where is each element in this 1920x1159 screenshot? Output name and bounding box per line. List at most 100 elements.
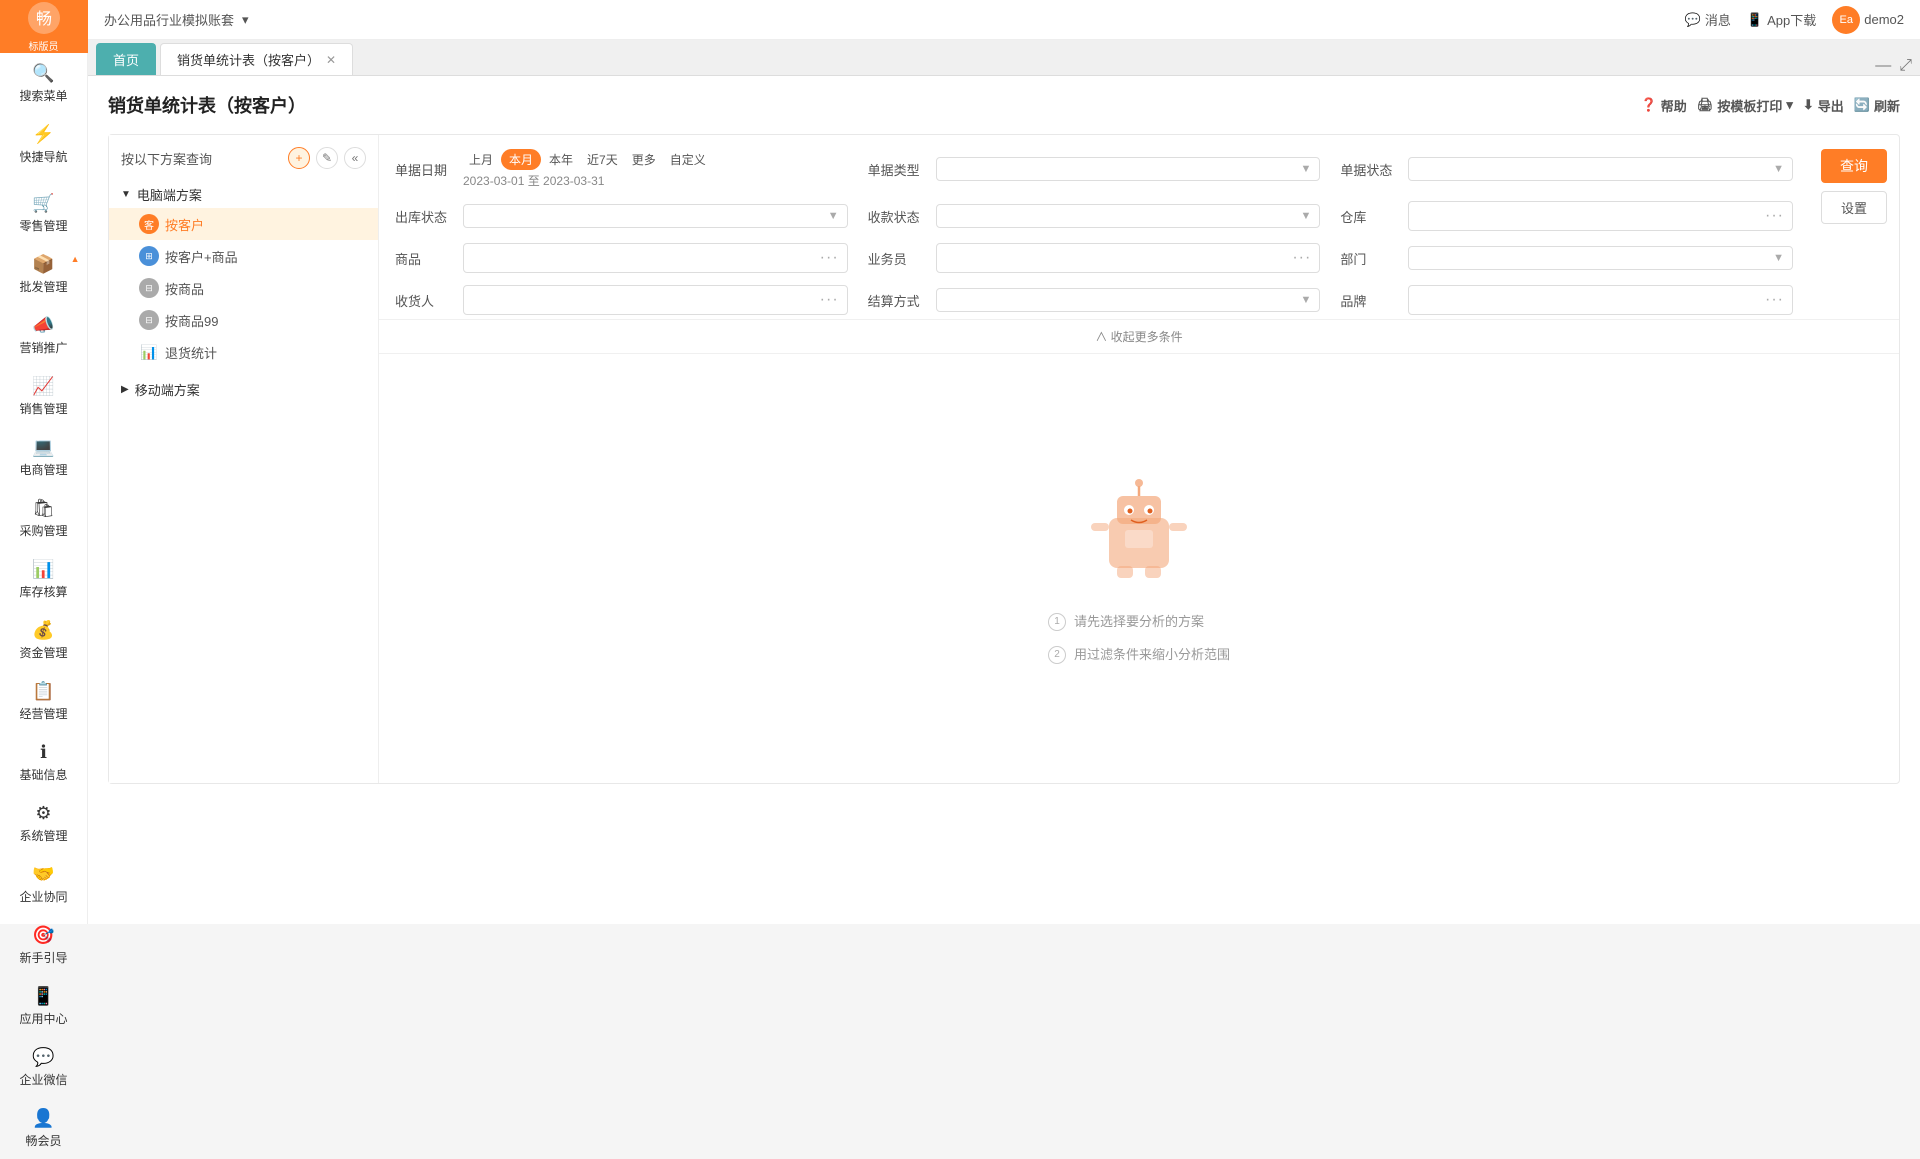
sidebar-item-search[interactable]: 🔍 搜索菜单 xyxy=(0,53,88,114)
dropdown-arrow: ▾ xyxy=(242,12,249,28)
filter-select-settlement[interactable]: ▼ xyxy=(936,288,1321,312)
sidebar-item-system[interactable]: ⚙ 系统管理 xyxy=(0,793,88,854)
main-wrapper: 办公用品行业模拟账套 ▾ 💬 消息 📱 App下载 Ea demo2 xyxy=(88,0,1920,924)
filter-select-receiptstatus[interactable]: ▼ xyxy=(936,204,1321,228)
scheme-group-desktop-header[interactable]: ▼ 电脑端方案 xyxy=(109,181,378,208)
page-content: 销货单统计表（按客户） ❓ 帮助 🖨 按模板打印 ▾ ⬇ 导出 xyxy=(88,76,1920,924)
sidebar-item-wholesale[interactable]: 📦 批发管理 ▲ xyxy=(0,244,88,305)
sidebar-item-newguide[interactable]: 🎯 新手引导 xyxy=(0,915,88,976)
collapse-btn[interactable]: ∧ 收起更多条件 xyxy=(1095,328,1182,345)
date-tab-thisyear[interactable]: 本年 xyxy=(543,149,579,170)
sidebar-item-marketing[interactable]: 📣 营销推广 xyxy=(0,305,88,366)
print-label: 按模板打印 xyxy=(1717,96,1782,115)
scheme-item-customer[interactable]: 客 按客户 xyxy=(109,208,378,240)
content-body: 按以下方案查询 + ✎ « xyxy=(108,134,1900,784)
date-tab-lastmonth[interactable]: 上月 xyxy=(463,149,499,170)
top-header: 办公用品行业模拟账套 ▾ 💬 消息 📱 App下载 Ea demo2 xyxy=(88,0,1920,40)
filter-select-type[interactable]: ▼ xyxy=(936,157,1321,181)
scheme-item-returns[interactable]: 📊 退货统计 xyxy=(109,336,378,368)
tab-maximize-icon[interactable]: ⤢ xyxy=(1899,57,1912,75)
sidebar-item-label: 批发管理 xyxy=(19,278,67,295)
collapse-panel-btn[interactable]: « xyxy=(344,147,366,169)
date-control: 上月 本月 本年 近7天 更多 自定义 2023-03-01 至 2023-03… xyxy=(463,149,848,189)
sidebar-item-quicknav[interactable]: ⚡ 快捷导航 xyxy=(0,114,88,175)
add-scheme-btn[interactable]: + xyxy=(288,147,310,169)
header-dropdown[interactable]: ▾ xyxy=(242,12,249,28)
basicinfo-icon: ℹ xyxy=(40,742,47,763)
filter-select-dept[interactable]: ▼ xyxy=(1408,246,1793,270)
logo-icon: 畅 xyxy=(26,0,62,36)
sidebar-item-inventory[interactable]: 📊 库存核算 xyxy=(0,549,88,610)
message-btn[interactable]: 💬 消息 xyxy=(1685,10,1731,29)
filter-and-actions: 单据日期 上月 本月 本年 近7天 更多 自定义 xyxy=(379,135,1899,319)
filter-label-type: 单据类型 xyxy=(868,160,928,179)
scheme-item-product99[interactable]: ⊟ 按商品99 xyxy=(109,304,378,336)
sidebar-item-label: 系统管理 xyxy=(19,827,67,844)
tab-sales-report[interactable]: 销货单统计表（按客户） ✕ xyxy=(160,43,353,75)
scheme-group-mobile-arrow: ▶ xyxy=(121,384,129,395)
quicknav-icon: ⚡ xyxy=(32,124,54,145)
filter-row-3: 商品 ··· 业务员 xyxy=(395,243,1793,273)
sidebar-item-collab[interactable]: 🤝 企业协同 xyxy=(0,854,88,915)
filter-item-dept: 部门 ▼ xyxy=(1340,246,1793,270)
page-actions: ❓ 帮助 🖨 按模板打印 ▾ ⬇ 导出 🔄 刷新 xyxy=(1641,96,1900,115)
sidebar-item-appcenter[interactable]: 📱 应用中心 xyxy=(0,976,88,1037)
tab-home-label: 首页 xyxy=(113,50,139,69)
sidebar-item-basicinfo[interactable]: ℹ 基础信息 xyxy=(0,732,88,793)
filter-input-salesperson[interactable]: ··· xyxy=(936,243,1321,273)
sidebar-item-retail[interactable]: 🛒 零售管理 xyxy=(0,183,88,244)
scheme-group-desktop: ▼ 电脑端方案 客 按客户 ⊞ 按客户+商品 ⊟ xyxy=(109,177,378,372)
filter-input-warehouse[interactable]: ··· xyxy=(1408,201,1793,231)
export-btn[interactable]: ⬇ 导出 xyxy=(1803,96,1844,115)
tab-home[interactable]: 首页 xyxy=(96,43,156,75)
date-tab-more[interactable]: 更多 xyxy=(626,149,662,170)
filter-label-date: 单据日期 xyxy=(395,160,455,179)
sidebar-item-ecommerce[interactable]: 💻 电商管理 xyxy=(0,427,88,488)
sidebar-item-finance[interactable]: 💰 资金管理 xyxy=(0,610,88,671)
filter-item-warehouse: 仓库 ··· xyxy=(1340,201,1793,231)
sidebar-item-operations[interactable]: 📋 经营管理 xyxy=(0,671,88,732)
filter-label-receiver: 收货人 xyxy=(395,291,455,310)
help-btn[interactable]: ❓ 帮助 xyxy=(1641,96,1687,115)
sidebar-item-sales[interactable]: 📈 销售管理 xyxy=(0,366,88,427)
scheme-group-label: 电脑端方案 xyxy=(137,185,202,204)
date-tab-7days[interactable]: 近7天 xyxy=(581,149,624,170)
filter-type-arrow: ▼ xyxy=(1300,163,1311,175)
finance-icon: 💰 xyxy=(32,620,54,641)
collab-icon: 🤝 xyxy=(32,864,54,885)
query-btn[interactable]: 查询 xyxy=(1821,149,1887,183)
setting-btn[interactable]: 设置 xyxy=(1821,191,1887,224)
filter-input-brand[interactable]: ··· xyxy=(1408,285,1793,315)
header-title: 办公用品行业模拟账套 xyxy=(104,10,234,29)
scheme-icon-product: ⊟ xyxy=(139,278,159,298)
filter-goods-dots: ··· xyxy=(820,249,839,267)
sidebar-item-purchase[interactable]: 🛍 采购管理 xyxy=(0,488,88,549)
date-tab-thismonth[interactable]: 本月 xyxy=(501,149,541,170)
tab-close-icon[interactable]: ✕ xyxy=(326,53,336,67)
filter-item-receiver: 收货人 ··· xyxy=(395,285,848,315)
app-download-btn[interactable]: 📱 App下载 xyxy=(1747,10,1816,29)
collapse-icon: « xyxy=(352,151,359,165)
filter-select-status[interactable]: ▼ xyxy=(1408,157,1793,181)
inventory-icon: 📊 xyxy=(32,559,54,580)
filter-item-receiptstatus: 收款状态 ▼ xyxy=(868,204,1321,228)
scheme-item-label: 退货统计 xyxy=(165,343,217,362)
print-btn[interactable]: 🖨 按模板打印 ▾ xyxy=(1697,96,1793,115)
tab-minimize-icon[interactable]: — xyxy=(1875,57,1891,75)
sidebar-item-label: 零售管理 xyxy=(19,217,67,234)
scheme-item-label: 按商品 xyxy=(165,279,204,298)
scheme-item-customer-product[interactable]: ⊞ 按客户+商品 xyxy=(109,240,378,272)
user-profile[interactable]: Ea demo2 xyxy=(1832,6,1904,34)
logo[interactable]: 畅 标版员 xyxy=(0,0,88,53)
refresh-btn[interactable]: 🔄 刷新 xyxy=(1854,96,1900,115)
sidebar-item-member[interactable]: 👤 畅会员 xyxy=(0,1098,88,1159)
filter-input-goods[interactable]: ··· xyxy=(463,243,848,273)
scheme-item-product[interactable]: ⊟ 按商品 xyxy=(109,272,378,304)
left-panel-title: 按以下方案查询 xyxy=(121,149,212,168)
filter-select-outstatus[interactable]: ▼ xyxy=(463,204,848,228)
sidebar-item-corpwechat[interactable]: 💬 企业微信 xyxy=(0,1037,88,1098)
edit-scheme-btn[interactable]: ✎ xyxy=(316,147,338,169)
scheme-group-mobile-header[interactable]: ▶ 移动端方案 xyxy=(109,376,378,403)
date-tab-custom[interactable]: 自定义 xyxy=(664,149,712,170)
filter-input-receiver[interactable]: ··· xyxy=(463,285,848,315)
